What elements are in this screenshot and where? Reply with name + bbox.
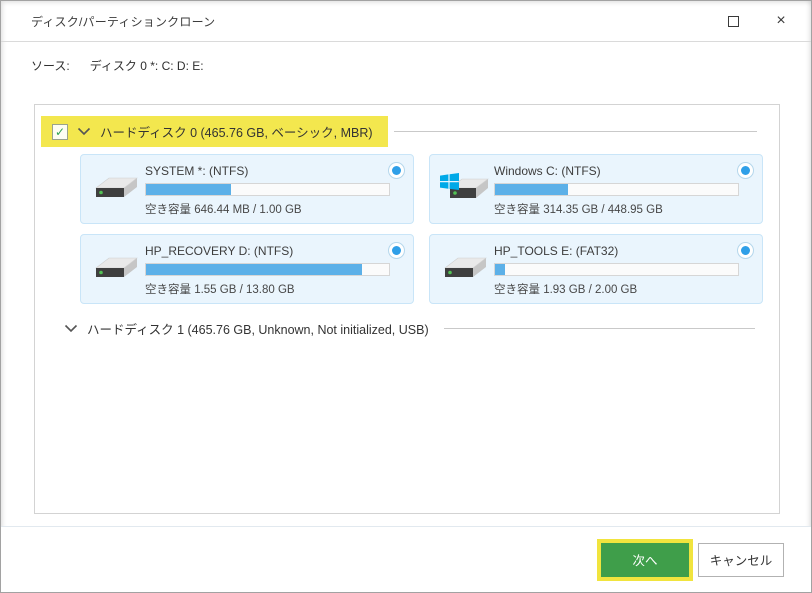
titlebar: ディスク/パーティションクローン × bbox=[1, 1, 811, 42]
disk-0-checkbox[interactable]: ✓ bbox=[52, 123, 68, 140]
disk-1-divider bbox=[443, 328, 755, 329]
radio-dot bbox=[392, 166, 401, 175]
close-icon: × bbox=[776, 12, 786, 29]
usage-bar-fill bbox=[495, 264, 505, 275]
disk-1-label[interactable]: ハードディスク 1 (465.76 GB, Unknown, Not initi… bbox=[87, 319, 429, 338]
radio-dot bbox=[741, 166, 750, 175]
chevron-down-icon[interactable] bbox=[64, 324, 78, 333]
disk-1-header: ハードディスク 1 (465.76 GB, Unknown, Not initi… bbox=[64, 319, 755, 338]
chevron-down-icon[interactable] bbox=[77, 127, 91, 136]
partition-name: Windows C: (NTFS) bbox=[494, 164, 601, 178]
radio-dot bbox=[741, 246, 750, 255]
free-space-label: 空き容量 1.93 GB / 2.00 GB bbox=[494, 284, 638, 296]
usage-bar bbox=[494, 263, 739, 276]
disk-0-header: ✓ ハードディスク 0 (465.76 GB, ベーシック, MBR) bbox=[41, 116, 757, 147]
source-row: ソース: ディスク 0 *: C: D: E: bbox=[1, 42, 811, 74]
partition-name: SYSTEM *: (NTFS) bbox=[145, 164, 249, 178]
partition-radio[interactable] bbox=[737, 242, 754, 259]
usage-bar-fill bbox=[146, 264, 363, 275]
partition-card-hp-recovery[interactable]: HP_RECOVERY D: (NTFS) 空き容量 1.55 GB / 13.… bbox=[80, 234, 414, 304]
usage-bar-fill bbox=[495, 184, 568, 195]
disk-0-highlight: ✓ ハードディスク 0 (465.76 GB, ベーシック, MBR) bbox=[41, 116, 388, 147]
footer: 次へ キャンセル bbox=[1, 526, 811, 592]
cancel-button[interactable]: キャンセル bbox=[698, 542, 784, 577]
disk-0-label[interactable]: ハードディスク 0 (465.76 GB, ベーシック, MBR) bbox=[100, 122, 373, 141]
usage-bar bbox=[494, 183, 739, 196]
window-title: ディスク/パーティションクローン bbox=[31, 14, 216, 29]
hard-drive-windows-icon bbox=[440, 172, 490, 206]
partition-name: HP_TOOLS E: (FAT32) bbox=[494, 244, 619, 258]
usage-bar-fill bbox=[146, 184, 232, 195]
partition-name: HP_RECOVERY D: (NTFS) bbox=[145, 244, 294, 258]
free-space-label: 空き容量 646.44 MB / 1.00 GB bbox=[145, 204, 302, 216]
source-label: ソース: bbox=[31, 59, 70, 73]
check-icon: ✓ bbox=[54, 124, 66, 139]
hard-drive-icon bbox=[440, 252, 490, 286]
window-controls: × bbox=[717, 6, 797, 36]
radio-dot bbox=[392, 246, 401, 255]
partition-radio[interactable] bbox=[388, 162, 405, 179]
next-button[interactable]: 次へ bbox=[601, 542, 689, 577]
partition-radio[interactable] bbox=[388, 242, 405, 259]
source-value: ディスク 0 *: C: D: E: bbox=[89, 59, 204, 73]
partition-card-hp-tools[interactable]: HP_TOOLS E: (FAT32) 空き容量 1.93 GB / 2.00 … bbox=[429, 234, 763, 304]
usage-bar bbox=[145, 263, 390, 276]
partition-card-system[interactable]: SYSTEM *: (NTFS) 空き容量 646.44 MB / 1.00 G… bbox=[80, 154, 414, 224]
disk-0-divider bbox=[393, 131, 757, 132]
maximize-icon bbox=[727, 15, 739, 27]
close-button[interactable]: × bbox=[765, 6, 797, 36]
partition-radio[interactable] bbox=[737, 162, 754, 179]
usage-bar bbox=[145, 183, 390, 196]
disk-list-panel: ✓ ハードディスク 0 (465.76 GB, ベーシック, MBR) SYST… bbox=[34, 104, 780, 514]
maximize-button[interactable] bbox=[717, 6, 749, 36]
free-space-label: 空き容量 1.55 GB / 13.80 GB bbox=[145, 284, 295, 296]
hard-drive-icon bbox=[91, 172, 141, 206]
partition-grid: SYSTEM *: (NTFS) 空き容量 646.44 MB / 1.00 G… bbox=[80, 154, 763, 304]
hard-drive-icon bbox=[91, 252, 141, 286]
free-space-label: 空き容量 314.35 GB / 448.95 GB bbox=[494, 204, 663, 216]
partition-card-windows-c[interactable]: Windows C: (NTFS) 空き容量 314.35 GB / 448.9… bbox=[429, 154, 763, 224]
disk-clone-dialog: ディスク/パーティションクローン × ソース: ディスク 0 *: C: D: … bbox=[0, 0, 812, 593]
